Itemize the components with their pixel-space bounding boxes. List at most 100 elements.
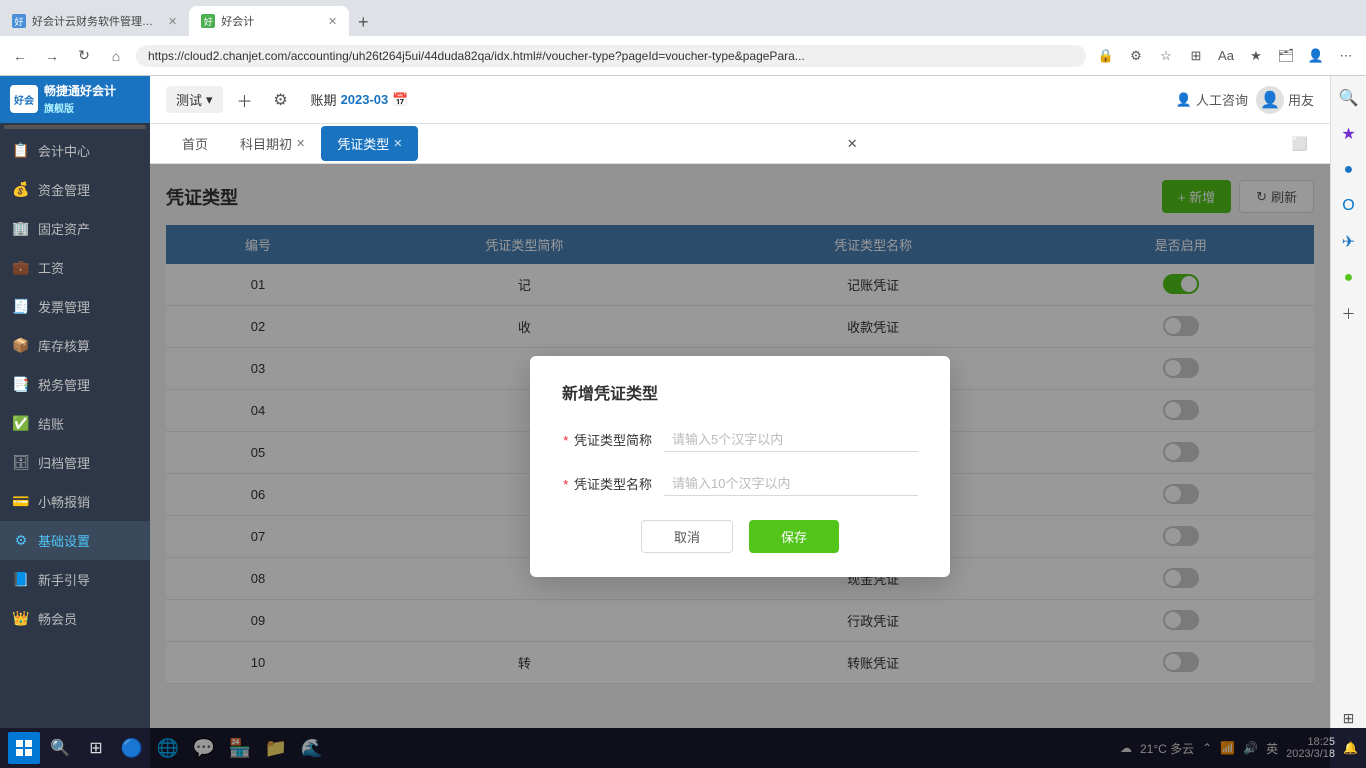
right-feishu-btn[interactable]: ✈	[1335, 228, 1363, 256]
settings-gear-btn[interactable]: ⚙	[267, 86, 295, 114]
right-blue-btn[interactable]: ●	[1335, 156, 1363, 184]
sidebar-item-label: 资金管理	[38, 180, 90, 199]
name-label: * 凭证类型名称	[562, 474, 652, 493]
sidebar-item-tax[interactable]: 📑 税务管理	[0, 365, 150, 404]
top-toolbar: 测试 ▾ ＋ ⚙ 账期 2023-03 📅 👤 人工咨询 👤 用友	[150, 76, 1330, 124]
sidebar-item-label: 发票管理	[38, 297, 90, 316]
sidebar-item-label: 税务管理	[38, 375, 90, 394]
tab-expand-btn[interactable]: ⬜	[1286, 130, 1314, 158]
start-button[interactable]	[8, 732, 40, 764]
save-button[interactable]: 保存	[749, 520, 839, 553]
user-avatar: 👤	[1256, 86, 1284, 114]
back-button[interactable]: ←	[8, 44, 32, 68]
invoice-icon: 🧾	[12, 297, 30, 315]
favorites-btn[interactable]: ★	[1244, 44, 1268, 68]
taskbar-search-btn[interactable]: 🔍	[44, 732, 76, 764]
right-green-btn[interactable]: ●	[1335, 264, 1363, 292]
bookmark-btn[interactable]: ☆	[1154, 44, 1178, 68]
main-content: 测试 ▾ ＋ ⚙ 账期 2023-03 📅 👤 人工咨询 👤 用友	[150, 76, 1330, 768]
tab1-favicon: 好	[12, 14, 26, 28]
add-voucher-modal: 新增凭证类型 * 凭证类型简称 * 凭证类型名称	[530, 356, 950, 577]
sidebar-item-label: 固定资产	[38, 219, 90, 238]
tab2-title: 好会计	[221, 13, 254, 29]
sidebar-item-settings[interactable]: ⚙ 基础设置	[0, 521, 150, 560]
right-panel: 🔍 ★ ● O ✈ ● ＋ ⊞ ⚙	[1330, 76, 1366, 768]
add-company-btn[interactable]: ＋	[231, 86, 259, 114]
name-form-row: * 凭证类型名称	[562, 472, 918, 496]
sidebar-item-inventory[interactable]: 📦 库存核算	[0, 326, 150, 365]
consult-btn[interactable]: 👤 人工咨询	[1176, 90, 1248, 109]
taskbar-taskview-btn[interactable]: ⊞	[80, 732, 112, 764]
consult-label: 人工咨询	[1196, 90, 1248, 109]
tab2-close-icon[interactable]: ✕	[328, 15, 337, 28]
sidebar-item-label: 结账	[38, 414, 64, 433]
page-tabs: 首页 科目期初 ✕ 凭证类型 ✕ ✕ ⬜	[150, 124, 1330, 164]
abbr-input[interactable]	[664, 428, 918, 452]
reading-mode-btn[interactable]: Aa	[1214, 44, 1238, 68]
sidebar-item-archive[interactable]: 🗄 归档管理	[0, 443, 150, 482]
user-avatar-icon: 👤	[1260, 90, 1280, 110]
sidebar-item-label: 工资	[38, 258, 64, 277]
right-outlook-btn[interactable]: O	[1335, 192, 1363, 220]
right-star-btn[interactable]: ★	[1335, 120, 1363, 148]
tab2-favicon: 好	[201, 14, 215, 28]
taskbar-edge-btn[interactable]: 🔵	[116, 732, 148, 764]
right-search-btn[interactable]: 🔍	[1335, 84, 1363, 112]
dashboard-icon: 📋	[12, 141, 30, 159]
taskbar-notification-icon: 🔔	[1343, 741, 1358, 755]
company-selector[interactable]: 测试 ▾	[166, 86, 223, 113]
security-icon: 🔒	[1094, 44, 1118, 68]
browser-tab-1[interactable]: 好 好会计云财务软件管理系统_会计 ✕	[0, 6, 189, 36]
sidebar-item-dashboard[interactable]: 📋 会计中心	[0, 131, 150, 170]
extensions-btn[interactable]: ⚙	[1124, 44, 1148, 68]
more-btn[interactable]: ⋯	[1334, 44, 1358, 68]
page-body: 凭证类型 + 新增 ↻ 刷新 编号 凭证类型简称 凭证类型名称	[150, 164, 1330, 768]
member-icon: 👑	[12, 609, 30, 627]
new-tab-button[interactable]: +	[349, 8, 377, 36]
name-label-text: 凭证类型名称	[574, 477, 652, 492]
tab-voucher-type[interactable]: 凭证类型 ✕	[321, 126, 418, 161]
user-label: 用友	[1288, 90, 1314, 109]
period-value: 2023-03	[341, 92, 389, 107]
tab-search-btn[interactable]: ⊞	[1184, 44, 1208, 68]
profile-btn[interactable]: 👤	[1304, 44, 1328, 68]
tab1-close-icon[interactable]: ✕	[168, 15, 177, 28]
tax-icon: 📑	[12, 375, 30, 393]
sidebar-item-invoice[interactable]: 🧾 发票管理	[0, 287, 150, 326]
name-input[interactable]	[664, 472, 918, 496]
inventory-icon: 📦	[12, 336, 30, 354]
sidebar-item-label: 基础设置	[38, 531, 90, 550]
url-input[interactable]	[136, 45, 1086, 67]
sidebar-item-settle[interactable]: ✅ 结账	[0, 404, 150, 443]
sidebar-item-expense[interactable]: 💳 小畅报销	[0, 482, 150, 521]
tab1-title: 好会计云财务软件管理系统_会计	[32, 13, 162, 29]
tab-voucher-type-label: 凭证类型	[337, 134, 389, 153]
browser-tab-2[interactable]: 好 好会计 ✕	[189, 6, 349, 36]
archive-icon: 🗄	[12, 453, 30, 471]
sidebar-item-guide[interactable]: 📘 新手引导	[0, 560, 150, 599]
abbr-label-text: 凭证类型简称	[574, 433, 652, 448]
logo-icon: 好会	[10, 85, 38, 113]
right-add-btn[interactable]: ＋	[1335, 300, 1363, 328]
home-button[interactable]: ⌂	[104, 44, 128, 68]
sidebar-item-label: 会计中心	[38, 141, 90, 160]
collections-btn[interactable]: 🗂	[1274, 44, 1298, 68]
logo-badge: 旗舰版	[44, 100, 116, 115]
tab-subjects[interactable]: 科目期初 ✕	[224, 126, 321, 161]
sidebar-item-member[interactable]: 👑 畅会员	[0, 599, 150, 638]
forward-button[interactable]: →	[40, 44, 64, 68]
period-label: 账期	[311, 90, 337, 109]
sidebar-item-capital[interactable]: 💰 资金管理	[0, 170, 150, 209]
cancel-button[interactable]: 取消	[641, 520, 733, 553]
tab-subjects-close[interactable]: ✕	[296, 137, 305, 150]
consult-icon: 👤	[1176, 92, 1192, 108]
cancel-btn-label: 取消	[674, 530, 700, 545]
user-btn[interactable]: 👤 用友	[1256, 86, 1314, 114]
tab-close-panel-btn[interactable]: ✕	[838, 130, 866, 158]
sidebar-item-fixed-assets[interactable]: 🏢 固定资产	[0, 209, 150, 248]
reload-button[interactable]: ↻	[72, 44, 96, 68]
tab-voucher-type-close[interactable]: ✕	[393, 137, 402, 150]
tab-home[interactable]: 首页	[166, 126, 224, 161]
sidebar-item-payroll[interactable]: 💼 工资	[0, 248, 150, 287]
expense-icon: 💳	[12, 492, 30, 510]
